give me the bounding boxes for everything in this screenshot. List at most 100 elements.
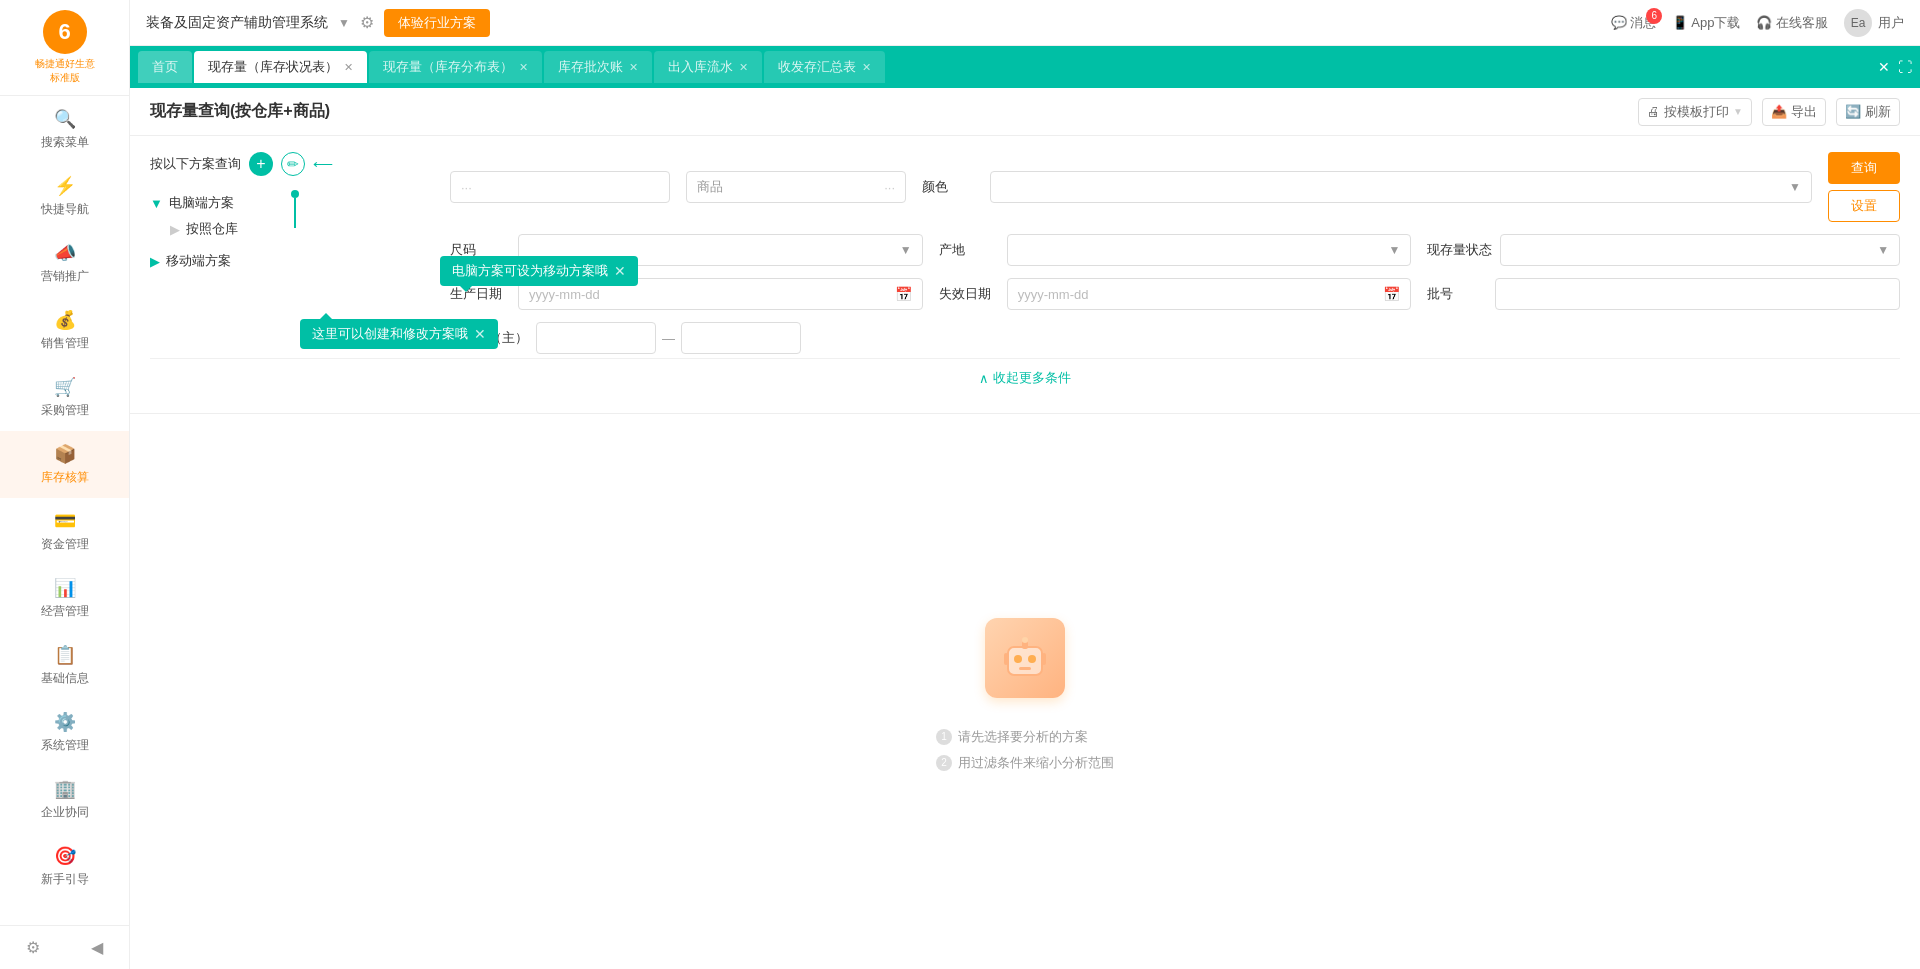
sidebar-bottom: ⚙ ◀ <box>0 925 129 969</box>
tab-inventory-status[interactable]: 现存量（库存状况表） ✕ <box>194 51 367 83</box>
online-service-link[interactable]: 🎧 在线客服 <box>1756 14 1828 32</box>
header-gear-icon[interactable]: ⚙ <box>360 13 374 32</box>
print-icon: 🖨 <box>1647 104 1660 119</box>
tab-inventory-dist[interactable]: 现存量（库存分布表） ✕ <box>369 51 542 83</box>
sidebar-item-guide[interactable]: 🎯 新手引导 <box>0 833 129 900</box>
empty-robot-icon <box>985 618 1065 698</box>
filter-row-2: 尺码 ▼ 产地 ▼ <box>450 234 1900 266</box>
top-header-left: 装备及固定资产辅助管理系统 ▼ ⚙ 体验行业方案 <box>146 9 490 37</box>
sidebar-item-marketing[interactable]: 📣 营销推广 <box>0 230 129 297</box>
tab-close-batch-account[interactable]: ✕ <box>629 61 638 74</box>
tab-close-in-out-flow[interactable]: ✕ <box>739 61 748 74</box>
top-header: 装备及固定资产辅助管理系统 ▼ ⚙ 体验行业方案 💬 6 消息 📱 App下载 … <box>130 0 1920 46</box>
page-title: 现存量查询(按仓库+商品) <box>150 101 330 122</box>
stock-status-label: 现存量状态 <box>1427 241 1492 259</box>
field-goods[interactable]: 商品 ··· <box>686 171 906 203</box>
sidebar-item-system[interactable]: ⚙️ 系统管理 <box>0 699 129 766</box>
pc-scheme-name[interactable]: 电脑端方案 <box>169 194 234 212</box>
sidebar-item-quick-nav[interactable]: ⚡ 快捷导航 <box>0 163 129 230</box>
content-area: 现存量查询(按仓库+商品) 🖨 按模板打印 ▼ 📤 导出 🔄 刷新 <box>130 88 1920 969</box>
empty-tip-1-text: 请先选择要分析的方案 <box>958 724 1088 750</box>
sidebar-item-purchase[interactable]: 🛒 采购管理 <box>0 364 129 431</box>
sidebar-item-sales[interactable]: 💰 销售管理 <box>0 297 129 364</box>
collapse-label: 收起更多条件 <box>993 369 1071 387</box>
collapse-up-icon: ∧ <box>979 371 989 386</box>
field-origin[interactable]: ▼ <box>1007 234 1412 266</box>
filter-label: 按以下方案查询 <box>150 155 241 173</box>
tab-summary[interactable]: 收发存汇总表 ✕ <box>764 51 885 83</box>
expire-date-calendar-icon[interactable]: 📅 <box>1383 286 1400 302</box>
tab-close-inventory-status[interactable]: ✕ <box>344 61 353 74</box>
goods-dots: ··· <box>884 180 895 195</box>
basic-icon: 📋 <box>54 644 76 666</box>
stock-qty-to[interactable] <box>681 322 801 354</box>
set-button[interactable]: 设置 <box>1828 190 1900 222</box>
print-button[interactable]: 🖨 按模板打印 ▼ <box>1638 98 1752 126</box>
stock-qty-from[interactable] <box>536 322 656 354</box>
mobile-scheme-name[interactable]: 移动端方案 <box>166 252 231 270</box>
tooltip-create-close[interactable]: ✕ <box>474 326 486 342</box>
size-chevron: ▼ <box>900 243 912 257</box>
app-download-link[interactable]: 📱 App下载 <box>1672 14 1740 32</box>
sidebar-item-operations[interactable]: 📊 经营管理 <box>0 565 129 632</box>
tab-close-inventory-dist[interactable]: ✕ <box>519 61 528 74</box>
tooltip-pc: 电脑方案可设为移动方案哦 ✕ <box>440 256 638 286</box>
main-area: 装备及固定资产辅助管理系统 ▼ ⚙ 体验行业方案 💬 6 消息 📱 App下载 … <box>130 0 1920 969</box>
system-icon: ⚙️ <box>54 711 76 733</box>
search-buttons: 查询 设置 <box>1828 152 1900 222</box>
filter-row-3: 生产日期 yyyy-mm-dd 📅 失效日期 yyyy-mm-dd <box>450 278 1900 310</box>
inventory-icon: 📦 <box>54 443 76 465</box>
trial-button[interactable]: 体验行业方案 <box>384 9 490 37</box>
sidebar-item-finance[interactable]: 💳 资金管理 <box>0 498 129 565</box>
refresh-button[interactable]: 🔄 刷新 <box>1836 98 1900 126</box>
tab-close-summary[interactable]: ✕ <box>862 61 871 74</box>
field-warehouse[interactable]: ··· <box>450 171 670 203</box>
message-notification[interactable]: 💬 6 消息 <box>1611 14 1657 32</box>
tab-fullscreen-icon[interactable]: ⛶ <box>1898 59 1912 75</box>
filter-add-button[interactable]: + <box>249 152 273 176</box>
finance-icon: 💳 <box>54 510 76 532</box>
collapse-bottom-btn[interactable]: ◀ <box>91 938 103 957</box>
sidebar-item-inventory[interactable]: 📦 库存核算 <box>0 431 129 498</box>
sidebar-item-enterprise[interactable]: 🏢 企业协同 <box>0 766 129 833</box>
produce-date-calendar-icon[interactable]: 📅 <box>895 286 912 302</box>
tab-close-all-icon[interactable]: ✕ <box>1878 59 1890 75</box>
guide-icon: 🎯 <box>54 845 76 867</box>
export-button[interactable]: 📤 导出 <box>1762 98 1826 126</box>
filter-edit-button[interactable]: ✏ <box>281 152 305 176</box>
warehouse-scheme-icon: ▶ <box>170 222 180 237</box>
sidebar-item-basic[interactable]: 📋 基础信息 <box>0 632 129 699</box>
field-color[interactable]: ▼ <box>990 171 1812 203</box>
tooltip-pc-close[interactable]: ✕ <box>614 263 626 279</box>
sidebar-item-search[interactable]: 🔍 搜索菜单 <box>0 96 129 163</box>
collapse-bar[interactable]: ∧ 收起更多条件 <box>150 358 1900 397</box>
tab-in-out-flow[interactable]: 出入库流水 ✕ <box>654 51 762 83</box>
tab-home[interactable]: 首页 <box>138 51 192 83</box>
filter-arrow-icon[interactable]: ⟵ <box>313 156 333 172</box>
scheme-dot-indicator <box>291 190 299 198</box>
system-dropdown-icon[interactable]: ▼ <box>338 16 350 30</box>
sidebar-logo: 6 畅捷通好生意 标准版 <box>0 0 129 96</box>
mobile-scheme-toggle[interactable]: ▶ <box>150 254 160 269</box>
scheme-row-mobile: ▶ 移动端方案 <box>150 248 430 274</box>
filter-row-1: ··· 商品 ··· 颜色 ▼ <box>450 152 1900 222</box>
export-icon: 📤 <box>1771 104 1787 119</box>
purchase-icon: 🛒 <box>54 376 76 398</box>
origin-label: 产地 <box>939 241 999 259</box>
query-button[interactable]: 查询 <box>1828 152 1900 184</box>
warehouse-scheme-name[interactable]: 按照仓库 <box>186 220 238 238</box>
phone-icon: 📱 <box>1672 15 1688 30</box>
empty-icon <box>975 608 1075 708</box>
tab-batch-account[interactable]: 库存批次账 ✕ <box>544 51 652 83</box>
tip-num-2: 2 <box>936 755 952 771</box>
field-batch[interactable] <box>1495 278 1900 310</box>
field-stock-status[interactable]: ▼ <box>1500 234 1900 266</box>
field-expire-date[interactable]: yyyy-mm-dd 📅 <box>1007 278 1412 310</box>
produce-date-label: 生产日期 <box>450 285 510 303</box>
page-content: 现存量查询(按仓库+商品) 🖨 按模板打印 ▼ 📤 导出 🔄 刷新 <box>130 88 1920 969</box>
settings-bottom-btn[interactable]: ⚙ <box>26 938 40 957</box>
user-profile[interactable]: Ea 用户 <box>1844 9 1904 37</box>
enterprise-icon: 🏢 <box>54 778 76 800</box>
system-name: 装备及固定资产辅助管理系统 <box>146 14 328 32</box>
pc-scheme-toggle[interactable]: ▼ <box>150 196 163 211</box>
